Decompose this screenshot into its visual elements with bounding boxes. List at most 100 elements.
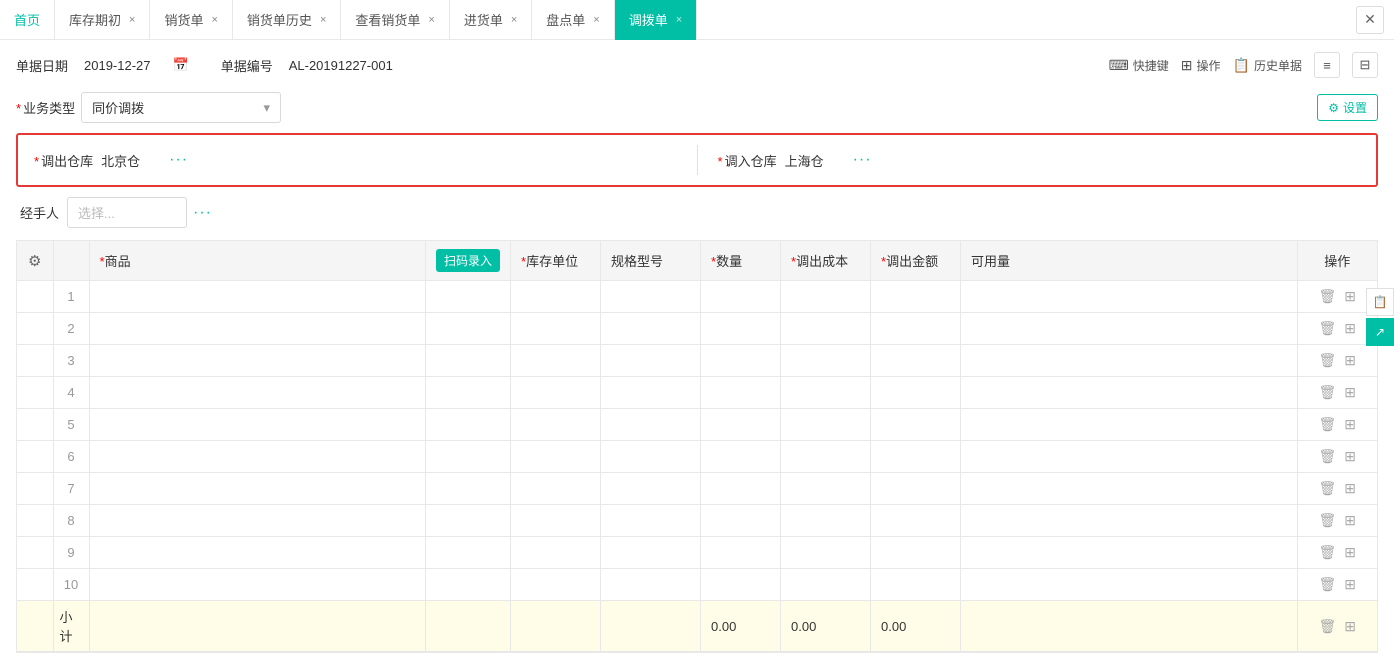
layout1-button[interactable]: ≡ [1314,52,1340,78]
row-amount-cell[interactable] [871,569,961,601]
row-product-cell[interactable] [89,569,425,601]
row-qty-cell[interactable] [701,345,781,377]
row-qty-cell[interactable] [701,537,781,569]
tab-close-inventory-init[interactable]: × [129,14,135,26]
tab-inventory-init[interactable]: 库存期初× [55,0,150,40]
row-product-cell[interactable] [89,377,425,409]
row-qty-cell[interactable] [701,409,781,441]
window-close-button[interactable]: ✕ [1356,6,1384,34]
row-cost-cell[interactable] [781,537,871,569]
person-input[interactable]: 选择... [67,197,187,228]
row-amount-cell[interactable] [871,441,961,473]
layout2-button[interactable]: ⊟ [1352,52,1378,78]
row-qty-cell[interactable] [701,281,781,313]
tab-inventory-check[interactable]: 盘点单× [532,0,614,40]
row-copy-icon[interactable]: ⊞ [1344,480,1356,497]
row-product-cell[interactable] [89,345,425,377]
row-amount-cell[interactable] [871,313,961,345]
scan-button[interactable]: 扫码录入 [436,249,500,272]
row-amount-cell[interactable] [871,473,961,505]
row-amount-cell[interactable] [871,377,961,409]
row-cost-cell[interactable] [781,377,871,409]
tab-close-inventory-check[interactable]: × [593,14,599,26]
row-cost-cell[interactable] [781,569,871,601]
row-delete-icon[interactable]: 🗑 [1318,448,1336,465]
row-delete-icon[interactable]: 🗑 [1318,512,1336,529]
subtotal-qty-cell: 0.00 [701,601,781,652]
settings-button[interactable]: ⚙ 设置 [1317,94,1378,121]
row-cost-cell[interactable] [781,345,871,377]
row-qty-cell[interactable] [701,505,781,537]
row-amount-cell[interactable] [871,345,961,377]
tab-close-sales-order[interactable]: × [211,14,217,26]
subtotal-copy-icon[interactable]: ⊞ [1344,618,1356,635]
tab-sales-order[interactable]: 销货单× [150,0,232,40]
row-delete-icon[interactable]: 🗑 [1318,352,1336,369]
row-cost-cell[interactable] [781,441,871,473]
table-row: 4 🗑 ⊞ [17,377,1377,409]
row-qty-cell[interactable] [701,313,781,345]
in-warehouse-dots-button[interactable]: ··· [853,151,872,169]
tab-home[interactable]: 首页 [0,0,55,40]
float-doc-button[interactable]: 📋 [1366,288,1394,316]
business-type-select[interactable]: 同价调拨 ▾ [81,92,281,123]
row-unit-cell [511,345,601,377]
row-copy-icon[interactable]: ⊞ [1344,544,1356,561]
row-delete-icon[interactable]: 🗑 [1318,384,1336,401]
row-product-cell[interactable] [89,537,425,569]
row-copy-icon[interactable]: ⊞ [1344,416,1356,433]
shortcuts-button[interactable]: ⌨ 快捷键 [1109,57,1169,74]
row-copy-icon[interactable]: ⊞ [1344,352,1356,369]
row-product-cell[interactable] [89,441,425,473]
row-cost-cell[interactable] [781,313,871,345]
row-cost-cell[interactable] [781,473,871,505]
row-ops-cell: 🗑 ⊞ [1297,569,1377,601]
row-qty-cell[interactable] [701,569,781,601]
row-product-cell[interactable] [89,409,425,441]
row-cost-cell[interactable] [781,505,871,537]
person-dots-button[interactable]: ··· [193,204,212,222]
row-delete-icon[interactable]: 🗑 [1318,576,1336,593]
subtotal-delete-icon[interactable]: 🗑 [1318,618,1336,635]
row-product-cell[interactable] [89,313,425,345]
row-amount-cell[interactable] [871,281,961,313]
row-cost-cell[interactable] [781,409,871,441]
row-copy-icon[interactable]: ⊞ [1344,288,1356,305]
tab-close-purchase-order[interactable]: × [511,14,517,26]
row-copy-icon[interactable]: ⊞ [1344,448,1356,465]
row-copy-icon[interactable]: ⊞ [1344,384,1356,401]
row-product-cell[interactable] [89,281,425,313]
tab-purchase-order[interactable]: 进货单× [450,0,532,40]
history-button[interactable]: 📋 历史单据 [1233,57,1302,74]
row-copy-icon[interactable]: ⊞ [1344,320,1356,337]
tab-close-sales-history[interactable]: × [320,14,326,26]
tab-view-sales[interactable]: 查看销货单× [341,0,449,40]
row-amount-cell[interactable] [871,505,961,537]
row-qty-cell[interactable] [701,441,781,473]
row-qty-cell[interactable] [701,473,781,505]
tab-sales-history[interactable]: 销货单历史× [233,0,341,40]
row-copy-icon[interactable]: ⊞ [1344,512,1356,529]
out-warehouse-dots-button[interactable]: ··· [169,151,188,169]
tab-close-view-sales[interactable]: × [428,14,434,26]
row-delete-icon[interactable]: 🗑 [1318,416,1336,433]
row-amount-cell[interactable] [871,537,961,569]
tab-transfer-order[interactable]: 调拨单× [615,0,697,40]
operations-button[interactable]: ⊞ 操作 [1181,57,1221,74]
row-product-cell[interactable] [89,473,425,505]
row-delete-icon[interactable]: 🗑 [1318,320,1336,337]
tab-close-transfer-order[interactable]: × [676,14,682,26]
row-delete-icon[interactable]: 🗑 [1318,480,1336,497]
table-settings-icon[interactable]: ⚙ [28,253,41,270]
row-delete-icon[interactable]: 🗑 [1318,288,1336,305]
row-delete-icon[interactable]: 🗑 [1318,544,1336,561]
row-product-cell[interactable] [89,505,425,537]
row-amount-cell[interactable] [871,409,961,441]
float-external-button[interactable]: ↗ [1366,318,1394,346]
row-settings-cell [17,505,53,537]
row-qty-cell[interactable] [701,377,781,409]
calendar-icon[interactable]: 📅 [173,57,189,73]
settings-label: 设置 [1343,99,1367,116]
row-copy-icon[interactable]: ⊞ [1344,576,1356,593]
row-cost-cell[interactable] [781,281,871,313]
